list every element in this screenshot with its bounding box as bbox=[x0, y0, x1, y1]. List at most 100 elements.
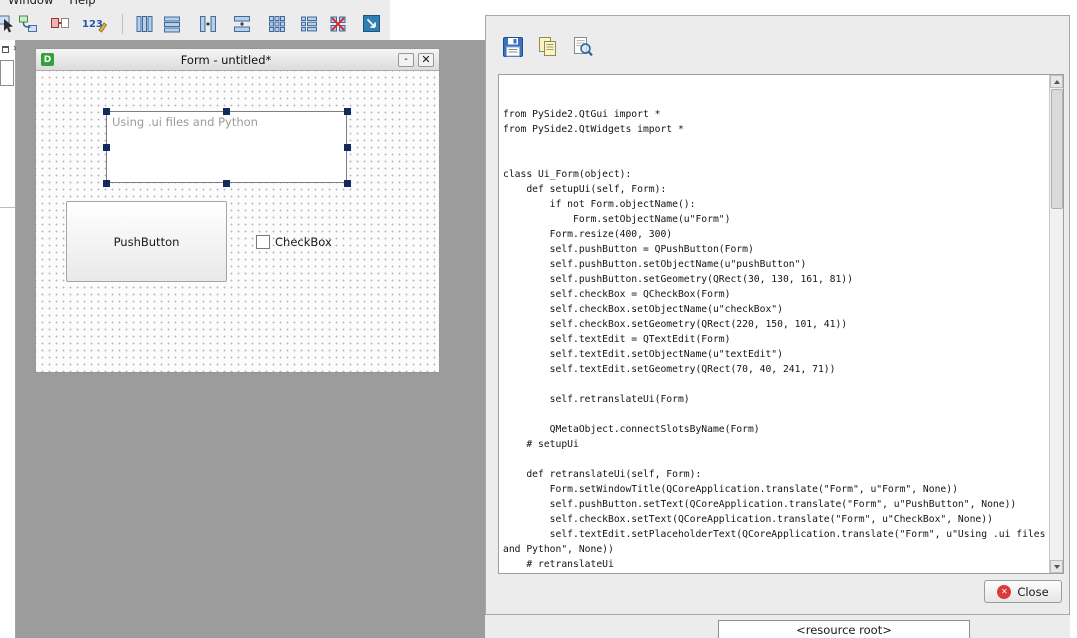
code-line: self.textEdit.setObjectName(u"textEdit") bbox=[503, 347, 1047, 362]
code-line: self.pushButton.setText(QCoreApplication… bbox=[503, 497, 1047, 512]
save-code-button[interactable] bbox=[500, 34, 526, 60]
menu-window[interactable]: Window bbox=[8, 0, 53, 7]
widget-filter-input[interactable] bbox=[0, 60, 14, 86]
code-text-area[interactable]: from PySide2.QtGui import *from PySide2.… bbox=[498, 74, 1064, 574]
pushbutton-label: PushButton bbox=[114, 235, 180, 249]
code-line: if not Form.objectName(): bbox=[503, 197, 1047, 212]
selection-handle-top-middle[interactable] bbox=[223, 108, 230, 115]
edit-buddies-button[interactable] bbox=[48, 12, 72, 36]
widget-box-separator bbox=[0, 207, 15, 208]
menubar: Window Help bbox=[0, 0, 390, 9]
layout-vertical-button[interactable] bbox=[160, 12, 184, 36]
code-line: # setupUi bbox=[503, 437, 1047, 452]
menu-help[interactable]: Help bbox=[69, 0, 95, 7]
checkbox-widget[interactable]: CheckBox bbox=[256, 221, 357, 262]
edit-signals-slots-button[interactable] bbox=[16, 12, 40, 36]
code-line bbox=[503, 407, 1047, 422]
dock-float-button[interactable] bbox=[1, 45, 9, 53]
layout-form-button[interactable] bbox=[297, 12, 321, 36]
code-vertical-scrollbar[interactable] bbox=[1049, 75, 1063, 573]
close-button[interactable]: ✕ bbox=[418, 53, 434, 67]
code-viewer-toolbar bbox=[500, 34, 596, 60]
copy-code-button[interactable] bbox=[535, 34, 561, 60]
code-line: class Ui_Form(object): bbox=[503, 167, 1047, 182]
layout-split-vertical-button[interactable] bbox=[230, 12, 254, 36]
float-icon bbox=[2, 46, 9, 53]
copy-icon bbox=[536, 35, 560, 59]
code-line: Form.resize(400, 300) bbox=[503, 227, 1047, 242]
selection-handle-bottom-middle[interactable] bbox=[223, 180, 230, 187]
code-content: from PySide2.QtGui import *from PySide2.… bbox=[503, 77, 1047, 574]
layout-split-horizontal-button[interactable] bbox=[196, 12, 220, 36]
code-line: from PySide2.QtWidgets import * bbox=[503, 122, 1047, 137]
code-line: self.checkBox.setText(QCoreApplication.t… bbox=[503, 512, 1047, 527]
form-designer-window: D Form - untitled* - ✕ Using .ui files a… bbox=[35, 48, 440, 373]
find-in-code-button[interactable] bbox=[570, 34, 596, 60]
selection-handle-bottom-right[interactable] bbox=[344, 180, 351, 187]
layout-split-vertical-icon bbox=[232, 14, 252, 34]
code-line: def retranslateUi(self, Form): bbox=[503, 467, 1047, 482]
close-circle-icon: ✕ bbox=[997, 585, 1011, 599]
code-line: # retranslateUi bbox=[503, 557, 1047, 572]
scroll-down-button[interactable] bbox=[1050, 560, 1063, 573]
textedit-placeholder: Using .ui files and Python bbox=[107, 112, 346, 132]
close-button-label: Close bbox=[1017, 585, 1048, 599]
break-layout-button[interactable] bbox=[326, 12, 350, 36]
desktop: Window Help 123 bbox=[0, 0, 1077, 638]
code-line: self.pushButton.setGeometry(QRect(30, 13… bbox=[503, 272, 1047, 287]
scroll-up-button[interactable] bbox=[1050, 75, 1063, 88]
layout-horizontal-icon bbox=[134, 14, 154, 34]
pushbutton-widget[interactable]: PushButton bbox=[66, 201, 227, 282]
form-window-title: Form - untitled* bbox=[58, 53, 394, 67]
selection-handle-top-left[interactable] bbox=[103, 108, 110, 115]
code-viewer-dialog: from PySide2.QtGui import *from PySide2.… bbox=[485, 15, 1070, 615]
adjust-size-button[interactable] bbox=[360, 12, 384, 36]
code-line bbox=[503, 452, 1047, 467]
code-line bbox=[503, 377, 1047, 392]
find-icon bbox=[571, 35, 595, 59]
minimize-button[interactable]: - bbox=[398, 53, 414, 67]
selection-handle-bottom-left[interactable] bbox=[103, 180, 110, 187]
code-line: self.textEdit.setGeometry(QRect(70, 40, … bbox=[503, 362, 1047, 377]
layout-grid-button[interactable] bbox=[265, 12, 289, 36]
designer-form-icon: D bbox=[41, 53, 54, 66]
code-line: self.pushButton.setObjectName(u"pushButt… bbox=[503, 257, 1047, 272]
code-line: Form.setWindowTitle(QCoreApplication.tra… bbox=[503, 482, 1047, 497]
toolbar-separator bbox=[122, 14, 123, 34]
code-line bbox=[503, 152, 1047, 167]
layout-grid-icon bbox=[267, 14, 287, 34]
form-window-titlebar[interactable]: D Form - untitled* - ✕ bbox=[36, 49, 439, 71]
main-toolbar: 123 bbox=[0, 9, 390, 40]
code-line: self.pushButton = QPushButton(Form) bbox=[503, 242, 1047, 257]
layout-vertical-icon bbox=[162, 14, 182, 34]
resource-browser-dock: <resource root> bbox=[485, 615, 1070, 638]
adjust-size-icon bbox=[361, 13, 383, 35]
code-line: self.textEdit.setPlaceholderText(QCoreAp… bbox=[503, 527, 1047, 542]
code-line: self.checkBox = QCheckBox(Form) bbox=[503, 287, 1047, 302]
form-canvas[interactable]: Using .ui files and Python PushButton Ch… bbox=[36, 71, 439, 372]
selection-handle-middle-right[interactable] bbox=[344, 144, 351, 151]
dialog-close-button[interactable]: ✕ Close bbox=[984, 580, 1062, 603]
edit-buddies-icon bbox=[49, 13, 71, 35]
checkbox-label: CheckBox bbox=[275, 235, 332, 249]
edit-tab-order-button[interactable]: 123 bbox=[80, 12, 110, 36]
arrow-up-icon bbox=[1054, 80, 1060, 84]
code-line: from PySide2.QtGui import * bbox=[503, 107, 1047, 122]
textedit-widget[interactable]: Using .ui files and Python bbox=[106, 111, 347, 183]
widget-box-dock: ✕ bbox=[0, 40, 16, 638]
code-line: def setupUi(self, Form): bbox=[503, 182, 1047, 197]
selection-handle-top-right[interactable] bbox=[344, 108, 351, 115]
code-line: self.retranslateUi(Form) bbox=[503, 392, 1047, 407]
save-icon bbox=[501, 35, 525, 59]
code-line: QMetaObject.connectSlotsByName(Form) bbox=[503, 422, 1047, 437]
code-line: self.checkBox.setObjectName(u"checkBox") bbox=[503, 302, 1047, 317]
resource-root-item[interactable]: <resource root> bbox=[718, 620, 970, 638]
checkbox-box-icon bbox=[256, 235, 270, 249]
edit-tab-order-icon: 123 bbox=[81, 13, 109, 35]
layout-horizontal-button[interactable] bbox=[132, 12, 156, 36]
layout-split-horizontal-icon bbox=[198, 14, 218, 34]
code-line: Form.setObjectName(u"Form") bbox=[503, 212, 1047, 227]
scrollbar-thumb[interactable] bbox=[1051, 89, 1063, 209]
selection-handle-middle-left[interactable] bbox=[103, 144, 110, 151]
code-line bbox=[503, 137, 1047, 152]
